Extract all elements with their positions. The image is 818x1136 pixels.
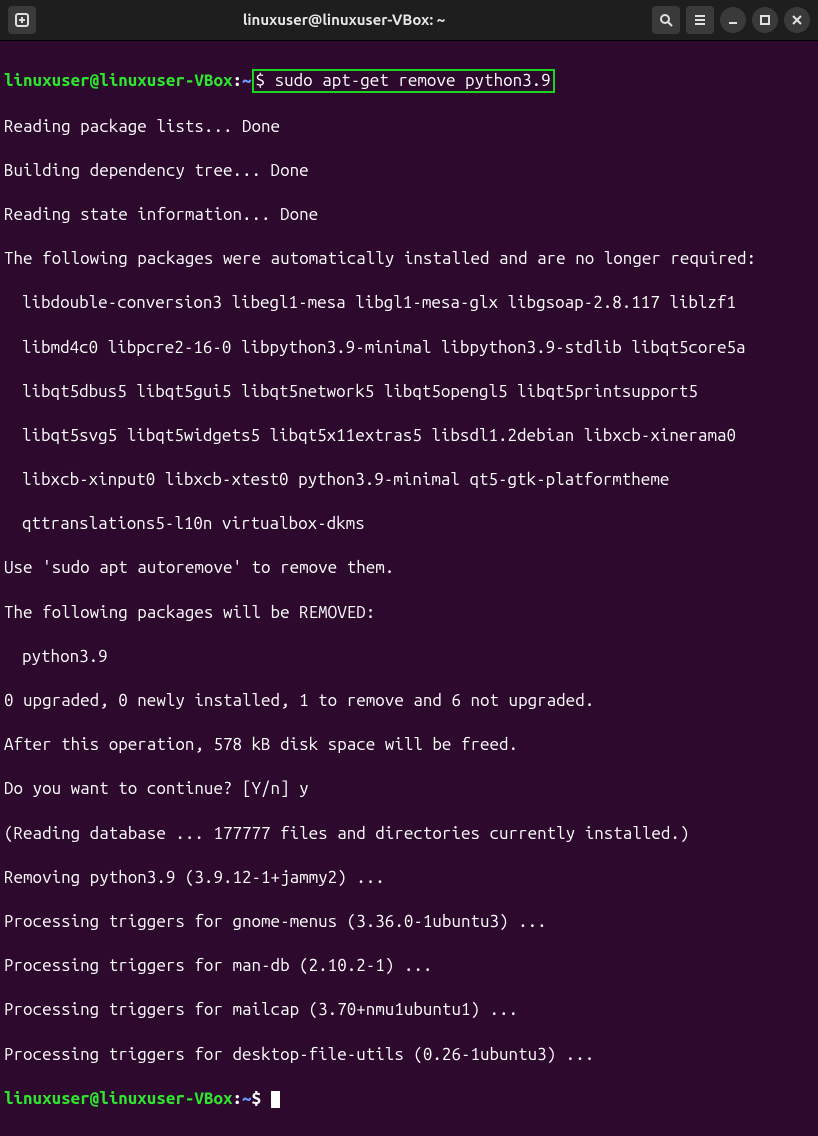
prompt-symbol: $ xyxy=(252,1089,262,1108)
output-line: Reading state information... Done xyxy=(4,204,814,226)
search-button[interactable] xyxy=(652,6,680,34)
window-titlebar: linuxuser@linuxuser-VBox: ~ xyxy=(0,0,818,41)
package-list-line: libqt5svg5 libqt5widgets5 libqt5x11extra… xyxy=(4,425,814,447)
prompt-path: ~ xyxy=(242,71,252,90)
output-line: After this operation, 578 kB disk space … xyxy=(4,734,814,756)
package-list-line: libdouble-conversion3 libegl1-mesa libgl… xyxy=(4,292,814,314)
output-line: Removing python3.9 (3.9.12-1+jammy2) ... xyxy=(4,867,814,889)
terminal-content[interactable]: linuxuser@linuxuser-VBox:~$ sudo apt-get… xyxy=(0,41,818,1136)
prompt-line-2: linuxuser@linuxuser-VBox:~$ xyxy=(4,1088,814,1110)
output-line: Use 'sudo apt autoremove' to remove them… xyxy=(4,557,814,579)
new-tab-button[interactable] xyxy=(8,6,36,34)
output-line: Processing triggers for desktop-file-uti… xyxy=(4,1044,814,1066)
minimize-button[interactable] xyxy=(720,7,746,33)
output-line: The following packages were automaticall… xyxy=(4,248,814,270)
output-line: The following packages will be REMOVED: xyxy=(4,602,814,624)
close-button[interactable] xyxy=(784,7,810,33)
output-line: Processing triggers for mailcap (3.70+nm… xyxy=(4,999,814,1021)
package-list-line: libxcb-xinput0 libxcb-xtest0 python3.9-m… xyxy=(4,469,814,491)
prompt-user-host: linuxuser@linuxuser-VBox xyxy=(4,1089,232,1108)
remove-list-line: python3.9 xyxy=(4,646,814,668)
typed-command: sudo apt-get remove python3.9 xyxy=(275,71,551,90)
package-list-line: libqt5dbus5 libqt5gui5 libqt5network5 li… xyxy=(4,381,814,403)
prompt-path: ~ xyxy=(242,1089,252,1108)
menu-button[interactable] xyxy=(686,6,714,34)
prompt-colon: : xyxy=(232,71,242,90)
prompt-symbol: $ xyxy=(256,71,266,90)
output-line: (Reading database ... 177777 files and d… xyxy=(4,823,814,845)
output-line: Do you want to continue? [Y/n] y xyxy=(4,778,814,800)
prompt-line-1: linuxuser@linuxuser-VBox:~$ sudo apt-get… xyxy=(4,69,814,93)
maximize-button[interactable] xyxy=(752,7,778,33)
output-line: Processing triggers for man-db (2.10.2-1… xyxy=(4,955,814,977)
output-line: 0 upgraded, 0 newly installed, 1 to remo… xyxy=(4,690,814,712)
output-line: Reading package lists... Done xyxy=(4,116,814,138)
output-line: Building dependency tree... Done xyxy=(4,160,814,182)
package-list-line: qttranslations5-l10n virtualbox-dkms xyxy=(4,513,814,535)
prompt-user-host: linuxuser@linuxuser-VBox xyxy=(4,71,232,90)
prompt-colon: : xyxy=(232,1089,242,1108)
output-line: Processing triggers for gnome-menus (3.3… xyxy=(4,911,814,933)
command-highlight: $ sudo apt-get remove python3.9 xyxy=(252,69,555,93)
cursor xyxy=(271,1091,280,1108)
package-list-line: libmd4c0 libpcre2-16-0 libpython3.9-mini… xyxy=(4,337,814,359)
window-title: linuxuser@linuxuser-VBox: ~ xyxy=(42,10,646,30)
